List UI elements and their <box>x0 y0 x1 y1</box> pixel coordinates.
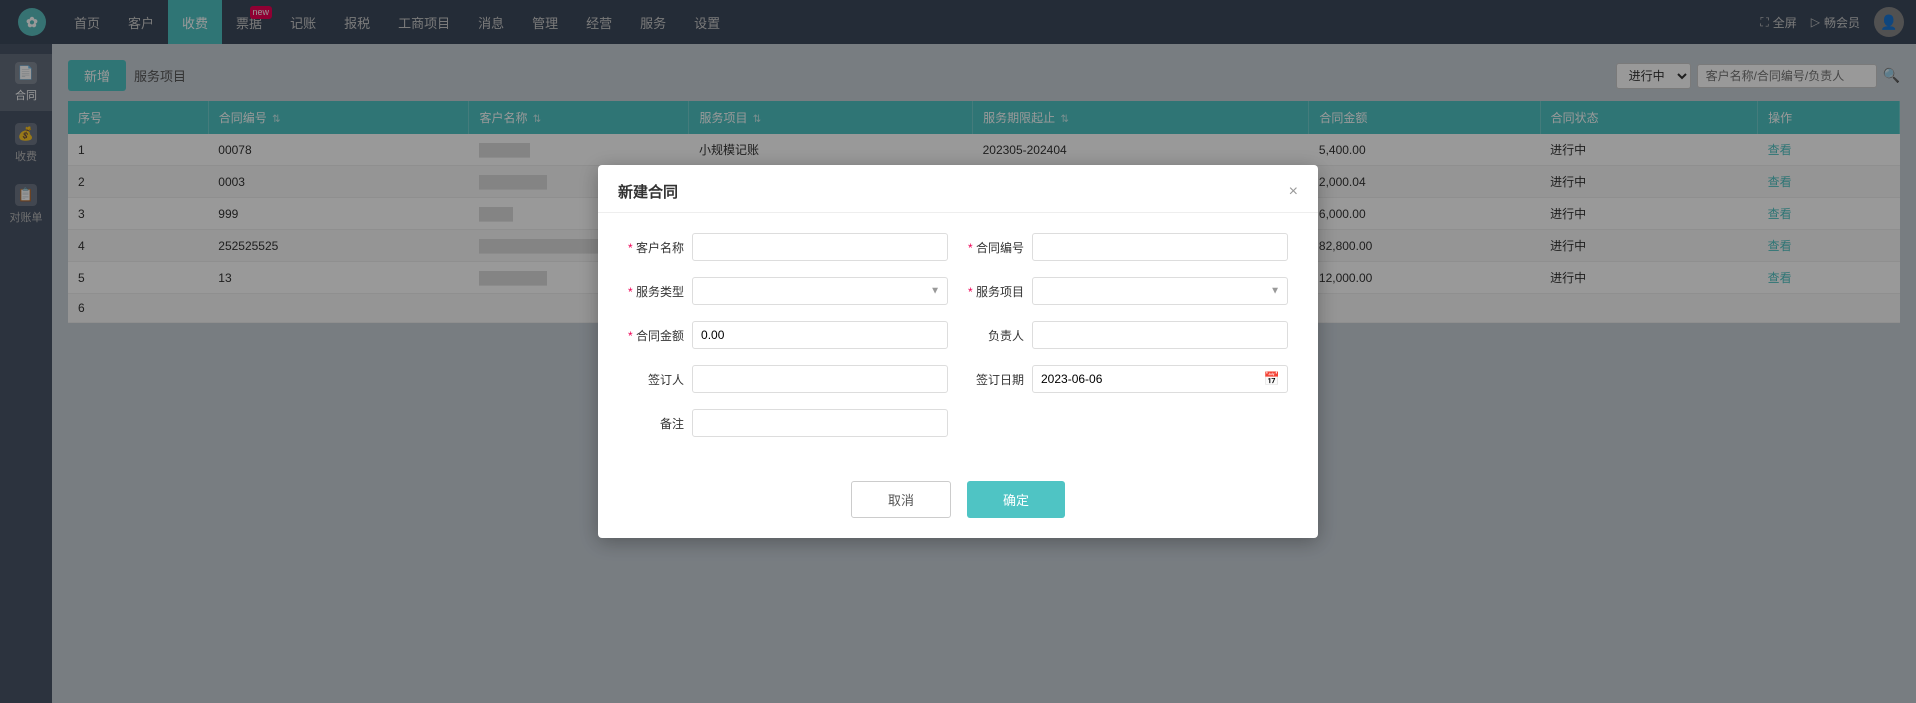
modal-overlay[interactable]: 新建合同 × 客户名称 合同编号 服务类型 <box>0 0 1916 703</box>
form-group-amount: 合同金额 <box>628 321 948 349</box>
form-group-remark: 备注 <box>628 409 948 437</box>
dialog-close-button[interactable]: × <box>1289 183 1298 201</box>
confirm-button[interactable]: 确定 <box>967 481 1065 518</box>
form-row-1: 客户名称 合同编号 <box>628 233 1288 261</box>
dialog-header: 新建合同 × <box>598 165 1318 213</box>
contract-no-label: 合同编号 <box>968 239 1024 256</box>
form-group-service-item: 服务项目 ▼ <box>968 277 1288 305</box>
form-group-sign-date: 签订日期 📅 <box>968 365 1288 393</box>
signer-label: 签订人 <box>628 371 684 388</box>
dialog-body: 客户名称 合同编号 服务类型 ▼ <box>598 213 1318 469</box>
dialog-footer: 取消 确定 <box>598 469 1318 538</box>
dialog-title: 新建合同 <box>618 181 678 202</box>
service-item-select[interactable] <box>1032 277 1288 305</box>
sign-date-wrap: 📅 <box>1032 365 1288 393</box>
client-name-label: 客户名称 <box>628 239 684 256</box>
responsible-input[interactable] <box>1032 321 1288 349</box>
form-group-service-type: 服务类型 ▼ <box>628 277 948 305</box>
form-row-5: 备注 <box>628 409 1288 437</box>
new-contract-dialog: 新建合同 × 客户名称 合同编号 服务类型 <box>598 165 1318 538</box>
service-type-select-wrap: ▼ <box>692 277 948 305</box>
service-type-select[interactable] <box>692 277 948 305</box>
contract-no-input[interactable] <box>1032 233 1288 261</box>
amount-input[interactable] <box>692 321 948 349</box>
service-item-label: 服务项目 <box>968 283 1024 300</box>
form-row-4: 签订人 签订日期 📅 <box>628 365 1288 393</box>
service-item-select-wrap: ▼ <box>1032 277 1288 305</box>
cancel-button[interactable]: 取消 <box>851 481 951 518</box>
remark-label: 备注 <box>628 415 684 432</box>
sign-date-label: 签订日期 <box>968 371 1024 388</box>
responsible-label: 负责人 <box>968 327 1024 344</box>
form-group-responsible: 负责人 <box>968 321 1288 349</box>
sign-date-input[interactable] <box>1032 365 1288 393</box>
form-group-signer: 签订人 <box>628 365 948 393</box>
remark-input[interactable] <box>692 409 948 437</box>
form-group-contract-no: 合同编号 <box>968 233 1288 261</box>
client-name-input[interactable] <box>692 233 948 261</box>
service-type-label: 服务类型 <box>628 283 684 300</box>
form-row-3: 合同金额 负责人 <box>628 321 1288 349</box>
signer-input[interactable] <box>692 365 948 393</box>
form-row-2: 服务类型 ▼ 服务项目 ▼ <box>628 277 1288 305</box>
form-group-client: 客户名称 <box>628 233 948 261</box>
calendar-icon[interactable]: 📅 <box>1264 371 1280 387</box>
amount-label: 合同金额 <box>628 327 684 344</box>
